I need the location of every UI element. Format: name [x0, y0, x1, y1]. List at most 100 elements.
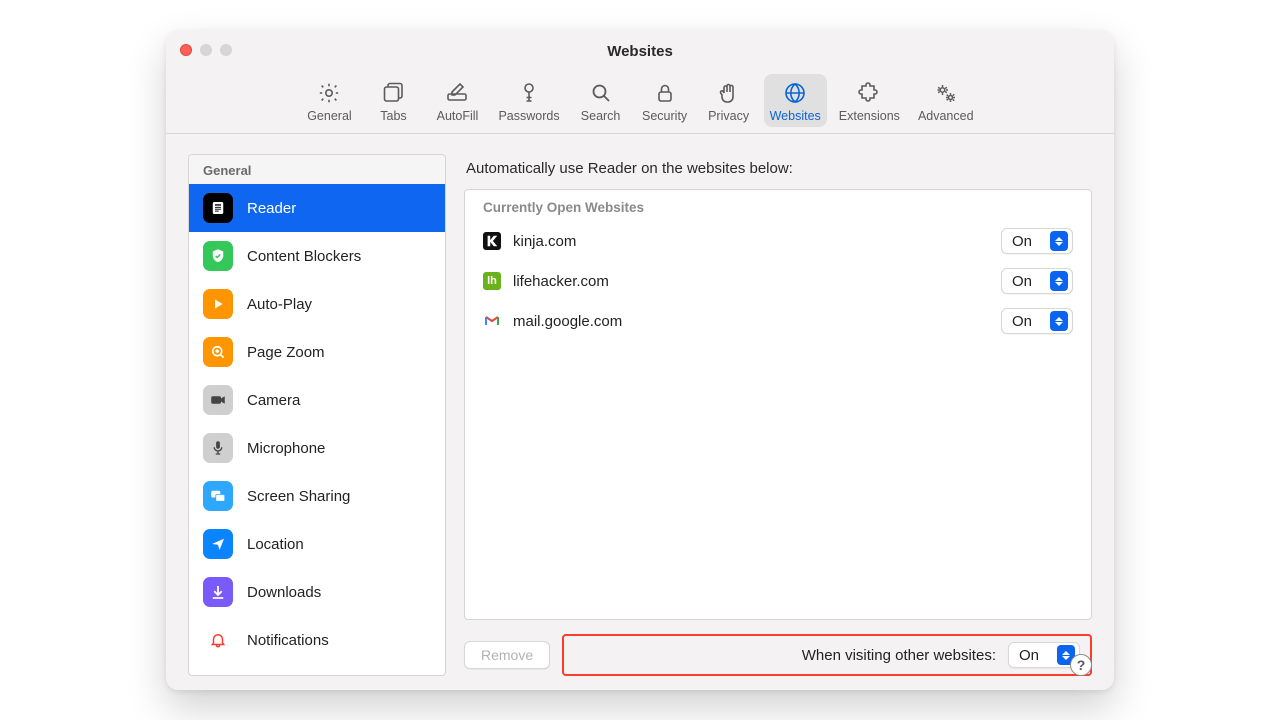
download-arrow-icon — [203, 577, 233, 607]
puzzle-icon — [856, 80, 882, 106]
list-section-title: Currently Open Websites — [465, 190, 1091, 221]
default-setting-label: When visiting other websites: — [802, 647, 996, 664]
sidebar-item-label: Camera — [247, 392, 300, 409]
footer-controls: Remove When visiting other websites: On — [464, 620, 1092, 676]
website-row[interactable]: mail.google.com On — [465, 301, 1091, 341]
hand-icon — [716, 80, 742, 106]
reader-select[interactable]: On — [1001, 268, 1073, 294]
website-domain: mail.google.com — [513, 313, 989, 330]
camera-icon — [203, 385, 233, 415]
sidebar-item-label: Microphone — [247, 440, 325, 457]
sidebar-item-label: Notifications — [247, 632, 329, 649]
favicon-gmail — [483, 312, 501, 330]
tab-label: Tabs — [380, 109, 406, 123]
select-value: On — [1012, 313, 1044, 330]
gear-icon — [316, 80, 342, 106]
sidebar-item-label: Content Blockers — [247, 248, 361, 265]
tabs-icon — [380, 80, 406, 106]
stepper-icon — [1050, 231, 1068, 251]
tab-websites[interactable]: Websites — [764, 74, 827, 127]
website-domain: lifehacker.com — [513, 273, 989, 290]
shield-check-icon — [203, 241, 233, 271]
key-icon — [516, 80, 542, 106]
tab-label: Privacy — [708, 109, 749, 123]
sidebar-item-camera[interactable]: Camera — [189, 376, 445, 424]
tab-general[interactable]: General — [300, 74, 358, 127]
tab-label: Extensions — [839, 109, 900, 123]
website-row[interactable]: kinja.com On — [465, 221, 1091, 261]
websites-list: Currently Open Websites kinja.com On lh … — [464, 189, 1092, 620]
window-title: Websites — [607, 43, 673, 60]
tab-passwords[interactable]: Passwords — [492, 74, 565, 127]
globe-icon — [782, 80, 808, 106]
sidebar-item-location[interactable]: Location — [189, 520, 445, 568]
website-domain: kinja.com — [513, 233, 989, 250]
tab-label: Search — [581, 109, 621, 123]
sidebar-item-label: Page Zoom — [247, 344, 325, 361]
sidebar-item-label: Auto-Play — [247, 296, 312, 313]
default-setting-box: When visiting other websites: On — [562, 634, 1092, 676]
content-area: General Reader Content Blockers Auto-Pla… — [166, 134, 1114, 690]
tab-tabs[interactable]: Tabs — [364, 74, 422, 127]
preferences-window: Websites General Tabs AutoFill Passwor — [166, 30, 1114, 690]
sidebar-item-microphone[interactable]: Microphone — [189, 424, 445, 472]
sidebar-item-label: Location — [247, 536, 304, 553]
tab-autofill[interactable]: AutoFill — [428, 74, 486, 127]
remove-button[interactable]: Remove — [464, 641, 550, 669]
location-arrow-icon — [203, 529, 233, 559]
sidebar-item-screen-sharing[interactable]: Screen Sharing — [189, 472, 445, 520]
stepper-icon — [1050, 311, 1068, 331]
sidebar-item-notifications[interactable]: Notifications — [189, 616, 445, 664]
tab-extensions[interactable]: Extensions — [833, 74, 906, 127]
microphone-icon — [203, 433, 233, 463]
reader-select[interactable]: On — [1001, 308, 1073, 334]
window-controls — [180, 44, 232, 56]
sidebar-item-label: Reader — [247, 200, 296, 217]
sidebar-item-content-blockers[interactable]: Content Blockers — [189, 232, 445, 280]
tab-label: Websites — [770, 109, 821, 123]
sidebar-item-page-zoom[interactable]: Page Zoom — [189, 328, 445, 376]
sidebar-item-label: Downloads — [247, 584, 321, 601]
tab-label: General — [307, 109, 351, 123]
tab-label: Advanced — [918, 109, 974, 123]
select-value: On — [1012, 273, 1044, 290]
zoom-window-button[interactable] — [220, 44, 232, 56]
reader-icon — [203, 193, 233, 223]
screens-icon — [203, 481, 233, 511]
tab-label: Passwords — [498, 109, 559, 123]
tab-search[interactable]: Search — [572, 74, 630, 127]
help-button[interactable]: ? — [1070, 654, 1092, 676]
minimize-window-button[interactable] — [200, 44, 212, 56]
favicon-lifehacker: lh — [483, 272, 501, 290]
magnifier-icon — [588, 80, 614, 106]
tab-label: AutoFill — [437, 109, 479, 123]
tab-label: Security — [642, 109, 687, 123]
pencil-field-icon — [444, 80, 470, 106]
main-panel: Automatically use Reader on the websites… — [464, 154, 1092, 676]
lock-icon — [652, 80, 678, 106]
sidebar-section-header: General — [189, 155, 445, 184]
sidebar-item-label: Screen Sharing — [247, 488, 350, 505]
tab-advanced[interactable]: Advanced — [912, 74, 980, 127]
select-value: On — [1012, 233, 1044, 250]
favicon-kinja — [483, 232, 501, 250]
select-value: On — [1019, 647, 1051, 664]
reader-select[interactable]: On — [1001, 228, 1073, 254]
main-header: Automatically use Reader on the websites… — [464, 154, 1092, 189]
sidebar-item-reader[interactable]: Reader — [189, 184, 445, 232]
play-icon — [203, 289, 233, 319]
sidebar-item-auto-play[interactable]: Auto-Play — [189, 280, 445, 328]
zoom-icon — [203, 337, 233, 367]
category-sidebar: General Reader Content Blockers Auto-Pla… — [188, 154, 446, 676]
titlebar: Websites — [166, 30, 1114, 72]
tab-privacy[interactable]: Privacy — [700, 74, 758, 127]
website-row[interactable]: lh lifehacker.com On — [465, 261, 1091, 301]
preferences-toolbar: General Tabs AutoFill Passwords Search — [166, 72, 1114, 134]
tab-security[interactable]: Security — [636, 74, 694, 127]
help-symbol: ? — [1077, 657, 1086, 673]
gears-icon — [933, 80, 959, 106]
stepper-icon — [1050, 271, 1068, 291]
close-window-button[interactable] — [180, 44, 192, 56]
sidebar-item-downloads[interactable]: Downloads — [189, 568, 445, 616]
bell-icon — [203, 625, 233, 655]
